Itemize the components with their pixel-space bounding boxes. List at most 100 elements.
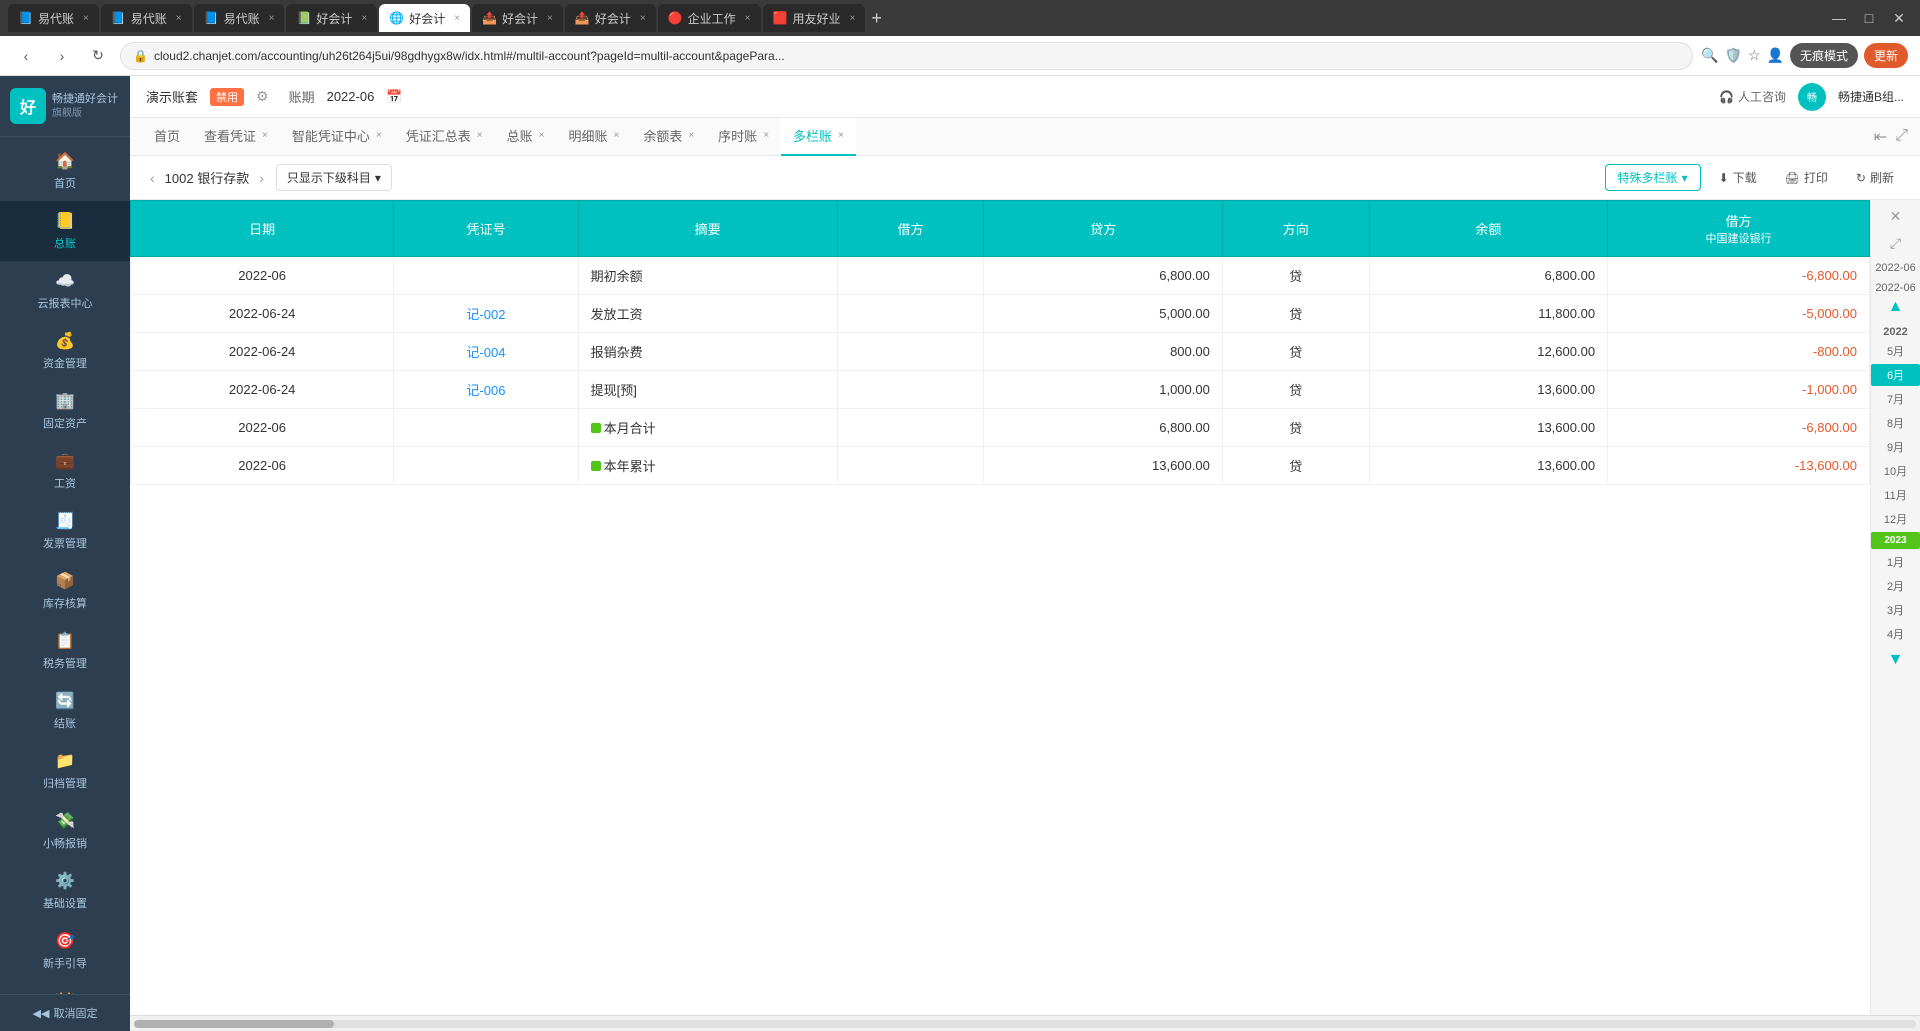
month-item-jun[interactable]: 6月 [1871,364,1920,386]
new-tab-button[interactable]: + [871,8,882,29]
sidebar-item-vip[interactable]: 👑 畅会员 [0,981,130,994]
month-item-oct[interactable]: 10月 [1871,460,1920,482]
tab-yonyou[interactable]: 🟥 用友好业 × [763,4,866,32]
tab-enterprise[interactable]: 🔴 企业工作 × [658,4,761,32]
maximize-button[interactable]: □ [1856,5,1882,31]
sidebar-item-inventory[interactable]: 📦 库存核算 [0,561,130,621]
tab-smart-voucher-close[interactable]: × [376,130,382,141]
month-item-jul[interactable]: 7月 [1871,388,1920,410]
month-item-dec[interactable]: 12月 [1871,508,1920,530]
th-balance: 余额 [1369,201,1607,257]
account-settings-icon[interactable]: ⚙ [256,88,269,105]
tab-haohuiji-4[interactable]: 📤 好会计 × [565,4,656,32]
reload-button[interactable]: ↻ [84,42,112,70]
unpin-button[interactable]: ◀◀ 取消固定 [0,994,130,1031]
back-button[interactable]: ‹ [12,42,40,70]
cell-direction: 贷 [1222,257,1369,295]
print-button[interactable]: 🖨 打印 [1775,165,1838,190]
filter-dropdown[interactable]: 只显示下级科目 ▾ [276,164,392,191]
tab-yidaizhang-1[interactable]: 📘 易代账 × [8,4,99,32]
voucher-link[interactable]: 记-004 [466,345,505,360]
scroll-down-button[interactable]: ▼ [1888,651,1904,669]
forward-button[interactable]: › [48,42,76,70]
sidebar-item-tax[interactable]: 📋 税务管理 [0,621,130,681]
tab-balance-sheet-close[interactable]: × [688,130,694,141]
expand-tabs-button[interactable]: ⤢ [1895,127,1908,147]
tab-yidaizhang-2[interactable]: 📘 易代账 × [101,4,192,32]
month-item-mar[interactable]: 3月 [1871,599,1920,621]
month-item-sep[interactable]: 9月 [1871,436,1920,458]
scrollbar-thumb[interactable] [134,1020,334,1028]
month-item-nov[interactable]: 11月 [1871,484,1920,506]
tab-haohuiji-3[interactable]: 📤 好会计 × [472,4,563,32]
update-button[interactable]: 更新 [1864,43,1908,68]
close-panel-button[interactable]: ✕ [1886,204,1906,229]
cell-credit: 6,800.00 [984,257,1222,295]
tab-multi-col[interactable]: 多栏账 × [781,118,856,156]
multi-col-button[interactable]: 特殊多栏账 ▾ [1605,164,1701,191]
sidebar-item-settings[interactable]: ⚙️ 基础设置 [0,861,130,921]
sidebar-item-ledger[interactable]: 📒 总账 [0,201,130,261]
tab-haohuiji-active[interactable]: 🌐 好会计 × [379,4,470,32]
close-window-button[interactable]: ✕ [1886,5,1912,31]
bottom-scrollbar-area [130,1015,1920,1031]
tab-view-voucher-close[interactable]: × [262,130,268,141]
month-item-jan[interactable]: 1月 [1871,551,1920,573]
tab-multi-col-close[interactable]: × [838,130,844,141]
url-bar[interactable]: 🔒 cloud2.chanjet.com/accounting/uh26t264… [120,42,1693,70]
sidebar-item-archive[interactable]: 📁 归档管理 [0,741,130,801]
tab-sequence-ledger-close[interactable]: × [763,130,769,141]
date-label-2: 2022-06 [1875,280,1915,296]
tab-detail-ledger-close[interactable]: × [613,130,619,141]
tab-home[interactable]: 首页 [142,118,192,156]
consultant-button[interactable]: 🎧 人工咨询 [1719,88,1786,105]
month-item-aug[interactable]: 8月 [1871,412,1920,434]
sidebar-item-funds[interactable]: 💰 资金管理 [0,321,130,381]
sidebar-item-payroll[interactable]: 💼 工资 [0,441,130,501]
sidebar-item-invoice[interactable]: 🧾 发票管理 [0,501,130,561]
tab-smart-voucher[interactable]: 智能凭证中心 × [280,118,394,156]
tab-voucher-summary[interactable]: 凭证汇总表 × [394,118,495,156]
month-item-apr[interactable]: 4月 [1871,623,1920,645]
tab-balance-sheet[interactable]: 余额表 × [631,118,706,156]
sidebar-item-cloud-report[interactable]: ☁️ 云报表中心 [0,261,130,321]
cell-summary: 期初余额 [578,257,837,295]
tab-sequence-ledger[interactable]: 序时账 × [706,118,781,156]
voucher-link[interactable]: 记-006 [466,383,505,398]
tab-haohuiji-1[interactable]: 📗 好会计 × [286,4,377,32]
cloud-icon: ☁️ [55,271,75,291]
tab-yidaizhang-3[interactable]: 📘 易代账 × [194,4,285,32]
tab-general-ledger[interactable]: 总账 × [495,118,557,156]
cell-date: 2022-06 [131,257,394,295]
sidebar-item-home[interactable]: 🏠 首页 [0,141,130,201]
incognito-button[interactable]: 无痕模式 [1790,43,1858,68]
calendar-icon[interactable]: 📅 [386,89,402,105]
sidebar: 好 畅捷通好会计 旗舰版 🏠 首页 📒 总账 ☁️ 云报表中心 💰 资金管理 [0,76,130,1031]
next-account-button[interactable]: › [255,168,268,188]
month-item-may[interactable]: 5月 [1871,340,1920,362]
expand-panel-button[interactable]: ⤢ [1886,231,1905,256]
tab-general-ledger-close[interactable]: × [539,130,545,141]
cell-direction: 贷 [1222,371,1369,409]
collapse-tabs-button[interactable]: ⇤ [1874,127,1887,147]
refresh-button[interactable]: ↻ 刷新 [1846,165,1904,190]
sidebar-item-closing[interactable]: 🔄 结账 [0,681,130,741]
shield-icon[interactable]: 🛡️ [1725,47,1742,64]
sidebar-item-expense[interactable]: 💸 小畅报销 [0,801,130,861]
scroll-up-button[interactable]: ▲ [1888,298,1904,316]
tab-view-voucher[interactable]: 查看凭证 × [192,118,280,156]
tab-voucher-summary-close[interactable]: × [477,130,483,141]
sidebar-item-fixed-assets[interactable]: 🏢 固定资产 [0,381,130,441]
profile-icon[interactable]: 👤 [1767,47,1784,64]
star-icon[interactable]: ☆ [1748,47,1761,64]
sidebar-item-guide[interactable]: 🎯 新手引导 [0,921,130,981]
prev-account-button[interactable]: ‹ [146,168,159,188]
search-icon[interactable]: 🔍 [1701,47,1718,64]
tab-balance-sheet-label: 余额表 [643,126,682,145]
month-item-feb[interactable]: 2月 [1871,575,1920,597]
voucher-link[interactable]: 记-002 [466,307,505,322]
download-button[interactable]: ⬇ 下载 [1709,165,1767,190]
tab-detail-ledger[interactable]: 明细账 × [556,118,631,156]
horizontal-scrollbar[interactable] [134,1020,1916,1028]
minimize-button[interactable]: — [1826,5,1852,31]
